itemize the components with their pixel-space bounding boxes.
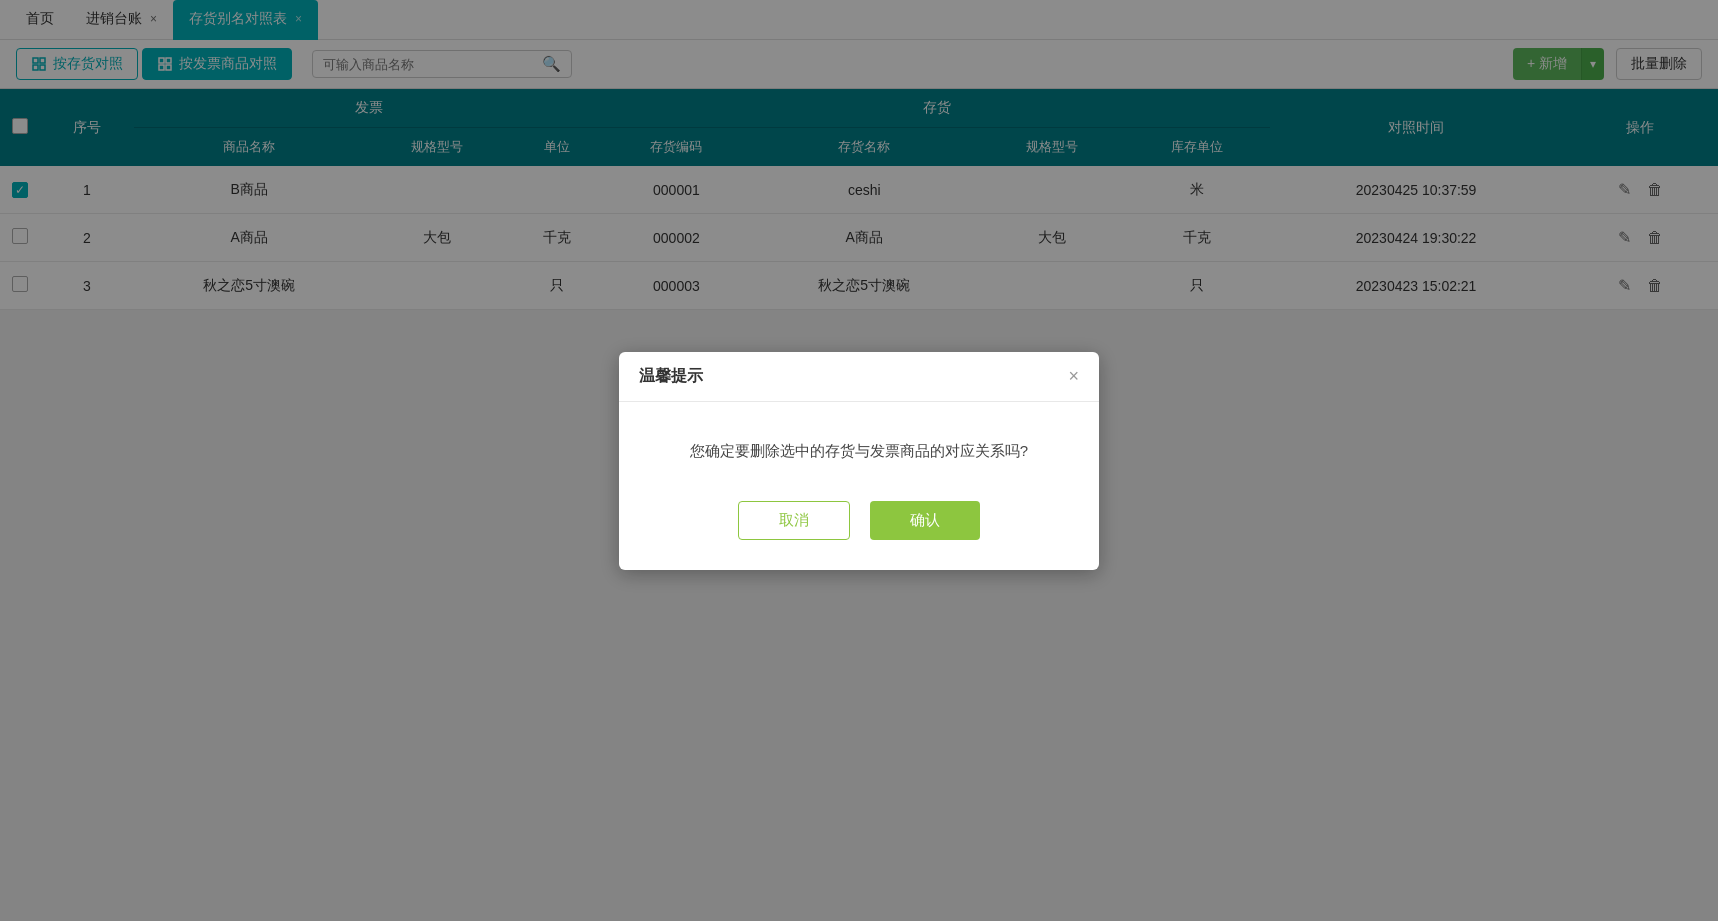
dialog-overlay: 温馨提示 × 您确定要删除选中的存货与发票商品的对应关系吗? 取消 确认 xyxy=(0,0,1718,310)
